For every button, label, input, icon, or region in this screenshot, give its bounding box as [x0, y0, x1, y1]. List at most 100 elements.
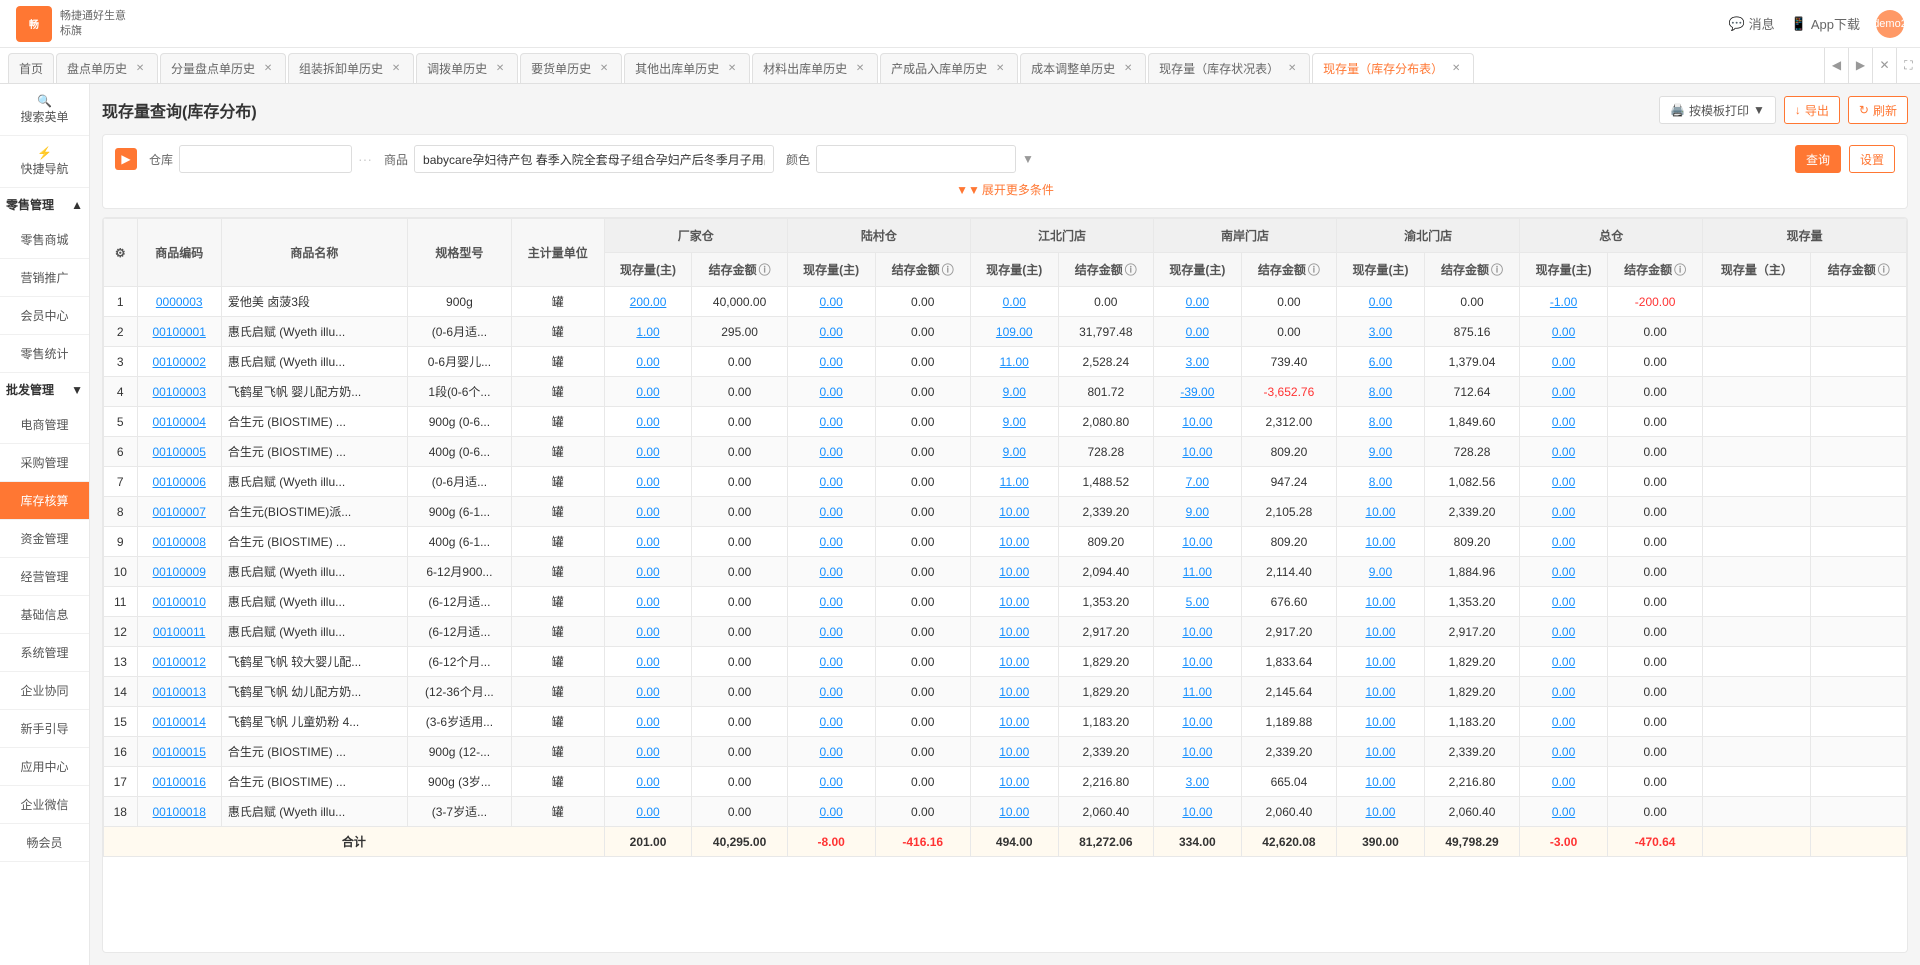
tab-inventory[interactable]: 盘点单历史 ✕: [56, 53, 158, 83]
tab-close-transfer[interactable]: ✕: [493, 62, 507, 76]
expand-conditions-btn[interactable]: ▼▼ 展开更多条件: [956, 181, 1054, 198]
cell-yb-amt: 712.64: [1424, 377, 1519, 407]
tab-stock-status[interactable]: 现存量（库存状况表） ✕: [1148, 53, 1310, 83]
tab-other-out[interactable]: 其他出库单历史 ✕: [624, 53, 750, 83]
setting-btn[interactable]: 设置: [1849, 145, 1895, 173]
page-title: 现存量查询(库存分布): [102, 98, 257, 122]
product-input[interactable]: [414, 145, 774, 173]
cell-yb-qty: 6.00: [1337, 347, 1425, 377]
print-btn[interactable]: 🖨️ 按模板打印 ▼: [1659, 96, 1776, 124]
cell-no: 16: [104, 737, 138, 767]
cell-l-amt: 0.00: [875, 407, 970, 437]
info-icon-f[interactable]: ⓘ: [759, 263, 771, 277]
cell-jb-qty: 0.00: [970, 287, 1058, 317]
sidebar-retail-store[interactable]: 零售商城: [0, 221, 89, 259]
sidebar-finance[interactable]: 资金管理: [0, 520, 89, 558]
info-icon-jb[interactable]: ⓘ: [1125, 263, 1137, 277]
cell-l-qty: 0.00: [787, 287, 875, 317]
tab-close-status[interactable]: ✕: [1285, 62, 1299, 76]
refresh-btn[interactable]: ↻ 刷新: [1848, 96, 1908, 124]
query-btn[interactable]: 查询: [1795, 145, 1841, 173]
sidebar-wholesale[interactable]: 批发管理 ▼: [0, 373, 89, 406]
cell-na-qty: 0.00: [1154, 317, 1242, 347]
cell-no: 4: [104, 377, 138, 407]
cell-na-amt: 1,833.64: [1241, 647, 1336, 677]
tab-requisition[interactable]: 要货单历史 ✕: [520, 53, 622, 83]
footer-jb-amt: 81,272.06: [1058, 827, 1153, 857]
sidebar-member[interactable]: 会员中心: [0, 297, 89, 335]
sidebar-wechat[interactable]: 企业微信: [0, 786, 89, 824]
tab-close-dist[interactable]: ✕: [261, 62, 275, 76]
cell-f-amt: 0.00: [692, 557, 787, 587]
tab-prev-btn[interactable]: ◀: [1824, 48, 1848, 83]
cell-f-amt: 0.00: [692, 377, 787, 407]
tab-material-out[interactable]: 材料出库单历史 ✕: [752, 53, 878, 83]
cell-t-amt: 0.00: [1607, 527, 1702, 557]
sidebar-ecommerce[interactable]: 电商管理: [0, 406, 89, 444]
sidebar-apps[interactable]: 应用中心: [0, 748, 89, 786]
cell-yb-qty: 8.00: [1337, 467, 1425, 497]
info-icon-extra[interactable]: ⓘ: [1878, 263, 1890, 277]
cell-na-qty: 10.00: [1154, 707, 1242, 737]
sidebar-purchase[interactable]: 采购管理: [0, 444, 89, 482]
cell-l-qty: 0.00: [787, 767, 875, 797]
tab-close-cost[interactable]: ✕: [1121, 62, 1135, 76]
tab-transfer[interactable]: 调拨单历史 ✕: [416, 53, 518, 83]
message-btn[interactable]: 💬 消息: [1728, 14, 1774, 33]
sidebar-guide[interactable]: 新手引导: [0, 710, 89, 748]
sidebar-basics[interactable]: 基础信息: [0, 596, 89, 634]
info-icon-na[interactable]: ⓘ: [1308, 263, 1320, 277]
cell-spec: (0-6月适...: [407, 317, 511, 347]
cell-extra-qty: [1703, 497, 1811, 527]
tab-expand-btn[interactable]: ⛶: [1896, 48, 1920, 83]
tab-stock-dist[interactable]: 现存量（库存分布表） ✕: [1312, 53, 1474, 83]
sidebar-collab[interactable]: 企业协同: [0, 672, 89, 710]
cell-f-amt: 0.00: [692, 467, 787, 497]
info-icon-yb[interactable]: ⓘ: [1491, 263, 1503, 277]
table-container[interactable]: ⚙ 商品编码 商品名称 规格型号 主计量单位 厂家仓 陆村仓 江北门店 南岸门店…: [102, 217, 1908, 953]
inventory-table: ⚙ 商品编码 商品名称 规格型号 主计量单位 厂家仓 陆村仓 江北门店 南岸门店…: [103, 218, 1907, 857]
tab-close-product[interactable]: ✕: [993, 62, 1007, 76]
sidebar-operations[interactable]: 经营管理: [0, 558, 89, 596]
info-icon-l[interactable]: ⓘ: [942, 263, 954, 277]
cell-unit: 罐: [511, 737, 604, 767]
warehouse-input[interactable]: [179, 145, 352, 173]
cell-f-qty: 0.00: [604, 767, 692, 797]
tab-bundle[interactable]: 组装拆卸单历史 ✕: [288, 53, 414, 83]
gear-icon[interactable]: ⚙: [115, 246, 126, 260]
sidebar-stock[interactable]: 库存核算: [0, 482, 89, 520]
sidebar-retail-stats[interactable]: 零售统计: [0, 335, 89, 373]
tab-close-req[interactable]: ✕: [597, 62, 611, 76]
cell-yb-qty: 10.00: [1337, 647, 1425, 677]
color-dropdown-icon[interactable]: ▼: [1022, 152, 1034, 166]
sidebar-nav[interactable]: ⚡ 快捷导航: [0, 136, 89, 188]
tab-close-dist-active[interactable]: ✕: [1449, 62, 1463, 76]
warehouse-ellipsis[interactable]: ···: [358, 151, 372, 167]
tab-close-other[interactable]: ✕: [725, 62, 739, 76]
tab-close-bundle[interactable]: ✕: [389, 62, 403, 76]
tab-close-all-btn[interactable]: ✕: [1872, 48, 1896, 83]
export-btn[interactable]: ↓ 导出: [1784, 96, 1840, 124]
sidebar-member2[interactable]: 畅会员: [0, 824, 89, 862]
tab-dist-inventory[interactable]: 分量盘点单历史 ✕: [160, 53, 286, 83]
user-avatar-btn[interactable]: demo2: [1876, 10, 1904, 38]
info-icon-t[interactable]: ⓘ: [1674, 263, 1686, 277]
filter-toggle-btn[interactable]: ▶: [115, 148, 137, 170]
tab-close-material[interactable]: ✕: [853, 62, 867, 76]
tab-cost-adj[interactable]: 成本调整单历史 ✕: [1020, 53, 1146, 83]
tab-home[interactable]: 首页: [8, 53, 54, 83]
cell-f-qty: 0.00: [604, 707, 692, 737]
cell-f-amt: 0.00: [692, 497, 787, 527]
tab-close-inventory[interactable]: ✕: [133, 62, 147, 76]
color-input[interactable]: [816, 145, 1016, 173]
cell-unit: 罐: [511, 347, 604, 377]
tab-product-in[interactable]: 产成品入库单历史 ✕: [880, 53, 1018, 83]
app-download-btn[interactable]: 📱 App下载: [1791, 14, 1860, 33]
sidebar-system[interactable]: 系统管理: [0, 634, 89, 672]
sidebar-retail-mgmt[interactable]: 零售管理 ▲: [0, 188, 89, 221]
tab-next-btn[interactable]: ▶: [1848, 48, 1872, 83]
table-row: 6 00100005 合生元 (BIOSTIME) ... 400g (0-6.…: [104, 437, 1907, 467]
cell-jb-qty: 10.00: [970, 797, 1058, 827]
sidebar-search[interactable]: 🔍 搜索英单: [0, 84, 89, 136]
sidebar-marketing[interactable]: 营销推广: [0, 259, 89, 297]
